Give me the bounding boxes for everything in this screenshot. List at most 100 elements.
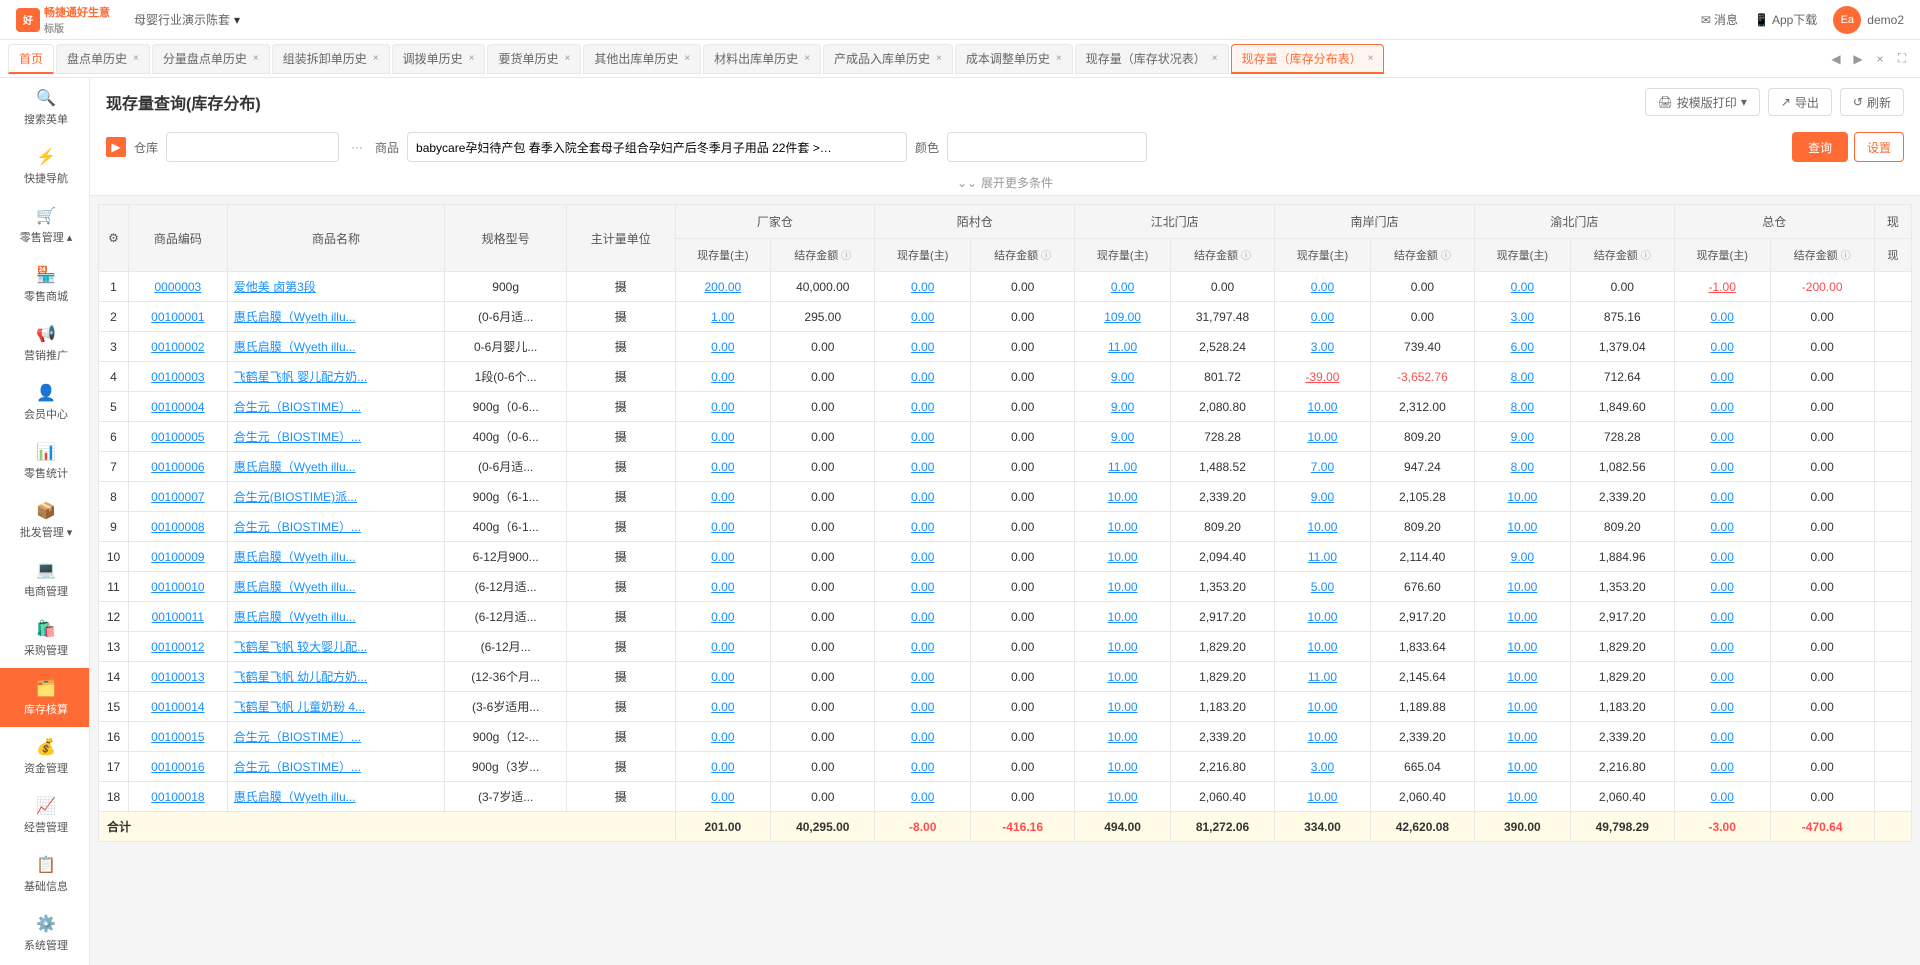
tab-cost-adjust-history[interactable]: 成本调整单历史 ×	[955, 44, 1073, 74]
row-zc-qty[interactable]: 0.00	[1674, 752, 1770, 782]
row-mc-qty[interactable]: 0.00	[875, 332, 971, 362]
row-code[interactable]: 0000003	[129, 272, 228, 302]
row-yb-qty[interactable]: 8.00	[1475, 452, 1571, 482]
row-cf-qty[interactable]: 0.00	[675, 572, 771, 602]
row-jb-qty[interactable]: 9.00	[1075, 362, 1171, 392]
tab-home[interactable]: 首页	[8, 44, 54, 74]
row-yb-qty[interactable]: 10.00	[1475, 782, 1571, 812]
row-yb-qty[interactable]: 10.00	[1475, 722, 1571, 752]
row-code[interactable]: 00100012	[129, 632, 228, 662]
row-name[interactable]: 惠氏启膜（Wyeth illu...	[227, 542, 445, 572]
row-cf-qty[interactable]: 200.00	[675, 272, 771, 302]
row-zc-qty[interactable]: 0.00	[1674, 782, 1770, 812]
row-yb-qty[interactable]: 10.00	[1475, 572, 1571, 602]
row-zc-qty[interactable]: 0.00	[1674, 482, 1770, 512]
row-jb-qty[interactable]: 10.00	[1075, 572, 1171, 602]
row-code[interactable]: 00100001	[129, 302, 228, 332]
row-zc-qty[interactable]: 0.00	[1674, 692, 1770, 722]
sidebar-item-retail-shop[interactable]: 🏪 零售商城	[0, 255, 89, 314]
row-zc-qty[interactable]: 0.00	[1674, 302, 1770, 332]
sidebar-item-finance[interactable]: 💰 资金管理	[0, 727, 89, 786]
row-jb-qty[interactable]: 9.00	[1075, 422, 1171, 452]
tab-partial-count-history[interactable]: 分量盘点单历史 ×	[152, 44, 270, 74]
row-cf-qty[interactable]: 0.00	[675, 782, 771, 812]
row-nb-qty[interactable]: 3.00	[1275, 752, 1371, 782]
row-jb-qty[interactable]: 10.00	[1075, 722, 1171, 752]
sidebar-item-inventory[interactable]: 🗂️ 库存核算	[0, 668, 89, 727]
close-icon[interactable]: ×	[804, 53, 810, 64]
row-code[interactable]: 00100003	[129, 362, 228, 392]
app-download-btn[interactable]: 📱 App下载	[1754, 11, 1817, 28]
row-jb-qty[interactable]: 109.00	[1075, 302, 1171, 332]
row-nb-qty[interactable]: 10.00	[1275, 392, 1371, 422]
row-code[interactable]: 00100016	[129, 752, 228, 782]
row-cf-qty[interactable]: 0.00	[675, 662, 771, 692]
row-name[interactable]: 爱他美 卤第3段	[227, 272, 445, 302]
close-icon[interactable]: ×	[1056, 53, 1062, 64]
row-cf-qty[interactable]: 0.00	[675, 452, 771, 482]
tab-order-history[interactable]: 要货单历史 ×	[487, 44, 581, 74]
row-jb-qty[interactable]: 0.00	[1075, 272, 1171, 302]
row-nb-qty[interactable]: 10.00	[1275, 722, 1371, 752]
row-nb-qty[interactable]: 10.00	[1275, 512, 1371, 542]
col-settings[interactable]: ⚙	[99, 205, 129, 272]
row-code[interactable]: 00100015	[129, 722, 228, 752]
row-code[interactable]: 00100006	[129, 452, 228, 482]
row-yb-qty[interactable]: 0.00	[1475, 272, 1571, 302]
row-yb-qty[interactable]: 9.00	[1475, 422, 1571, 452]
row-mc-qty[interactable]: 0.00	[875, 542, 971, 572]
close-icon[interactable]: ×	[253, 53, 259, 64]
row-zc-qty[interactable]: 0.00	[1674, 422, 1770, 452]
row-cf-qty[interactable]: 0.00	[675, 752, 771, 782]
row-name[interactable]: 飞鹤星飞帆 儿童奶粉 4...	[227, 692, 445, 722]
row-mc-qty[interactable]: 0.00	[875, 602, 971, 632]
row-cf-qty[interactable]: 0.00	[675, 332, 771, 362]
row-nb-qty[interactable]: 11.00	[1275, 662, 1371, 692]
row-mc-qty[interactable]: 0.00	[875, 782, 971, 812]
row-mc-qty[interactable]: 0.00	[875, 362, 971, 392]
export-btn[interactable]: ↗ 导出	[1768, 88, 1832, 116]
row-mc-qty[interactable]: 0.00	[875, 272, 971, 302]
row-mc-qty[interactable]: 0.00	[875, 722, 971, 752]
row-code[interactable]: 00100007	[129, 482, 228, 512]
tab-close-btn[interactable]: ×	[1870, 49, 1890, 69]
row-cf-qty[interactable]: 0.00	[675, 542, 771, 572]
sidebar-item-operations[interactable]: 📈 经营管理	[0, 786, 89, 845]
sidebar-item-system[interactable]: ⚙️ 系统管理	[0, 904, 89, 963]
row-nb-qty[interactable]: 0.00	[1275, 272, 1371, 302]
row-mc-qty[interactable]: 0.00	[875, 632, 971, 662]
row-mc-qty[interactable]: 0.00	[875, 302, 971, 332]
row-name[interactable]: 惠氏启膜（Wyeth illu...	[227, 332, 445, 362]
sidebar-item-retail-stats[interactable]: 📊 零售统计	[0, 432, 89, 491]
row-zc-qty[interactable]: 0.00	[1674, 572, 1770, 602]
setting-button[interactable]: 设置	[1854, 132, 1904, 162]
row-name[interactable]: 惠氏启膜（Wyeth illu...	[227, 452, 445, 482]
row-zc-qty[interactable]: 0.00	[1674, 602, 1770, 632]
row-name[interactable]: 飞鹤星飞帆 较大婴儿配...	[227, 632, 445, 662]
sidebar-item-wholesale[interactable]: 📦 批发管理 ▾	[0, 491, 89, 550]
row-cf-qty[interactable]: 1.00	[675, 302, 771, 332]
sidebar-item-ecommerce[interactable]: 💻 电商管理	[0, 550, 89, 609]
close-icon[interactable]: ×	[564, 53, 570, 64]
row-jb-qty[interactable]: 10.00	[1075, 752, 1171, 782]
row-mc-qty[interactable]: 0.00	[875, 392, 971, 422]
row-cf-qty[interactable]: 0.00	[675, 512, 771, 542]
row-mc-qty[interactable]: 0.00	[875, 482, 971, 512]
row-zc-qty[interactable]: 0.00	[1674, 632, 1770, 662]
row-zc-qty[interactable]: 0.00	[1674, 512, 1770, 542]
row-nb-qty[interactable]: 10.00	[1275, 782, 1371, 812]
close-icon[interactable]: ×	[469, 53, 475, 64]
row-code[interactable]: 00100014	[129, 692, 228, 722]
row-yb-qty[interactable]: 9.00	[1475, 542, 1571, 572]
row-code[interactable]: 00100018	[129, 782, 228, 812]
tab-product-in-history[interactable]: 产成品入库单历史 ×	[823, 44, 953, 74]
row-name[interactable]: 惠氏启膜（Wyeth illu...	[227, 602, 445, 632]
tab-transfer-history[interactable]: 调拨单历史 ×	[392, 44, 486, 74]
row-mc-qty[interactable]: 0.00	[875, 512, 971, 542]
row-cf-qty[interactable]: 0.00	[675, 722, 771, 752]
row-yb-qty[interactable]: 6.00	[1475, 332, 1571, 362]
tab-material-out-history[interactable]: 材料出库单历史 ×	[703, 44, 821, 74]
close-icon[interactable]: ×	[936, 53, 942, 64]
goods-input[interactable]	[407, 132, 907, 162]
row-nb-qty[interactable]: 9.00	[1275, 482, 1371, 512]
